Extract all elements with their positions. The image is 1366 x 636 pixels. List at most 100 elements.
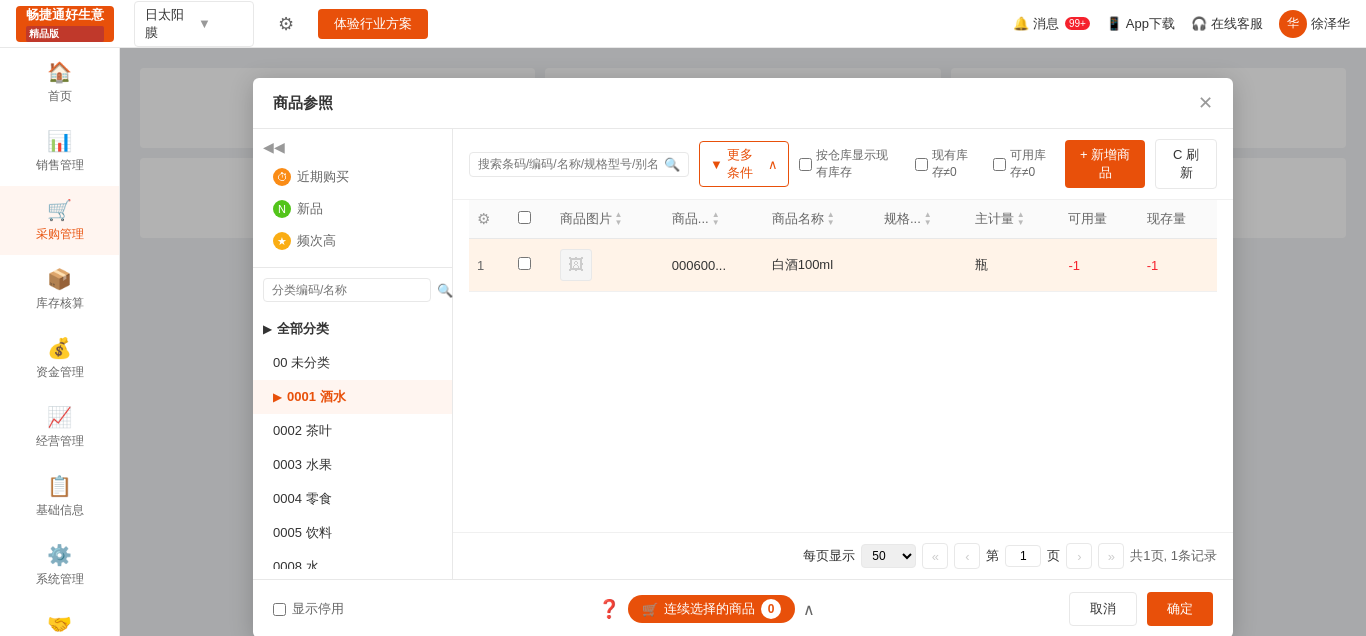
- content-area: 商品参照 ✕ ◀◀ ⏱ 近期购买: [120, 48, 1366, 636]
- page-size-select[interactable]: 50 10 20 100: [861, 544, 916, 568]
- filter-label: 更多条件: [727, 146, 764, 182]
- sidebar-item-basic[interactable]: 📋 基础信息: [0, 462, 119, 531]
- cb-show-stock-input[interactable]: [799, 158, 812, 171]
- sidebar-item-purchase[interactable]: 🛒 采购管理: [0, 186, 119, 255]
- arrow-right-active-icon: ▶: [273, 391, 281, 404]
- product-search-input[interactable]: [478, 157, 658, 171]
- dialog-footer: 显示停用 ❓ 🛒 连续选择的商品 0 ∧ 取消 确定: [253, 579, 1233, 636]
- last-page-btn[interactable]: »: [1098, 543, 1124, 569]
- sidebar-label-inventory: 库存核算: [36, 295, 84, 312]
- cell-available: -1: [1060, 239, 1138, 292]
- cat-item-uncategorized[interactable]: 00 未分类: [253, 346, 452, 380]
- cat-item-beverage[interactable]: 0005 饮料: [253, 516, 452, 550]
- cat-item-snack[interactable]: 0004 零食: [253, 482, 452, 516]
- page-number-input[interactable]: [1005, 545, 1041, 567]
- sidebar-item-system[interactable]: ⚙️ 系统管理: [0, 531, 119, 600]
- th-available: 可用量: [1060, 200, 1138, 239]
- settings-icon[interactable]: ⚙: [270, 8, 302, 40]
- cat-uncategorized-label: 00 未分类: [273, 354, 330, 372]
- online-service-label: 在线客服: [1211, 15, 1263, 33]
- sidebar-label-home: 首页: [48, 88, 72, 105]
- row-checkbox[interactable]: [518, 257, 531, 270]
- app-download-btn[interactable]: 📱 App下载: [1106, 15, 1175, 33]
- avatar: 华: [1279, 10, 1307, 38]
- home-icon: 🏠: [47, 60, 72, 84]
- cart-count: 0: [761, 599, 781, 619]
- collapse-left-btn[interactable]: ◀◀: [263, 139, 285, 155]
- clock-icon: ⏱: [273, 168, 291, 186]
- search-icon[interactable]: 🔍: [664, 157, 680, 172]
- sidebar-label-sales: 销售管理: [36, 157, 84, 174]
- confirm-button[interactable]: 确定: [1147, 592, 1213, 626]
- sidebar-label-operations: 经营管理: [36, 433, 84, 450]
- app-logo[interactable]: 畅捷通好生意 精品版: [16, 6, 114, 42]
- cell-name: 白酒100ml: [764, 239, 876, 292]
- quick-item-frequent[interactable]: ★ 频次高: [263, 225, 442, 257]
- notifications-btn[interactable]: 🔔 消息 99+: [1013, 15, 1090, 33]
- cat-all-label: 全部分类: [277, 320, 329, 338]
- cat-item-tea[interactable]: 0002 茶叶: [253, 414, 452, 448]
- sidebar-item-operations[interactable]: 📈 经营管理: [0, 393, 119, 462]
- prev-page-btn[interactable]: ‹: [954, 543, 980, 569]
- star-icon: ★: [273, 232, 291, 250]
- category-search-input[interactable]: [263, 278, 431, 302]
- topbar-right: 🔔 消息 99+ 📱 App下载 🎧 在线客服 华 徐泽华: [1013, 10, 1350, 38]
- product-table-wrap: ⚙ 商品图片▲▼ 商品...▲▼: [453, 200, 1233, 532]
- refresh-btn[interactable]: C 刷新: [1155, 139, 1217, 189]
- cat-item-water[interactable]: 0008 水: [253, 550, 452, 569]
- system-icon: ⚙️: [47, 543, 72, 567]
- category-list: ▶ 全部分类 00 未分类 ▶ 0001 酒水 0002 茶: [253, 312, 452, 569]
- sidebar-item-finance[interactable]: 💰 资金管理: [0, 324, 119, 393]
- cb-usable-stock-input[interactable]: [993, 158, 1006, 171]
- cb-has-stock-input[interactable]: [915, 158, 928, 171]
- first-page-btn[interactable]: «: [922, 543, 948, 569]
- online-service-btn[interactable]: 🎧 在线客服: [1191, 15, 1263, 33]
- sidebar-item-sales[interactable]: 📊 销售管理: [0, 117, 119, 186]
- cart-icon: 🛒: [642, 602, 658, 617]
- quick-item-recent[interactable]: ⏱ 近期购买: [263, 161, 442, 193]
- cancel-button[interactable]: 取消: [1069, 592, 1137, 626]
- cart-info-btn[interactable]: 🛒 连续选择的商品 0: [628, 595, 795, 623]
- cat-liquor-label: 0001 酒水: [287, 388, 346, 406]
- topbar: 畅捷通好生意 精品版 日太阳膜 ▼ ⚙ 体验行业方案 🔔 消息 99+ 📱 Ap…: [0, 0, 1366, 48]
- branch-selector[interactable]: 日太阳膜 ▼: [134, 1, 254, 47]
- cat-item-all[interactable]: ▶ 全部分类: [253, 312, 452, 346]
- add-product-btn[interactable]: + 新增商品: [1065, 140, 1145, 188]
- sidebar-label-purchase: 采购管理: [36, 226, 84, 243]
- category-search-icon[interactable]: 🔍: [437, 283, 453, 298]
- more-filter-btn[interactable]: ▼ 更多条件 ∧: [699, 141, 789, 187]
- quick-item-new-label: 新品: [297, 200, 323, 218]
- cell-num: 1: [469, 239, 510, 292]
- next-page-btn[interactable]: ›: [1066, 543, 1092, 569]
- show-disabled-label[interactable]: 显示停用: [273, 600, 344, 618]
- column-settings-icon[interactable]: ⚙: [477, 210, 490, 227]
- product-search-wrap: 🔍: [469, 152, 689, 177]
- show-disabled-checkbox[interactable]: [273, 603, 286, 616]
- page-suffix: 页: [1047, 547, 1060, 565]
- help-icon[interactable]: ❓: [598, 598, 620, 620]
- sidebar-item-collab[interactable]: 🤝 企业协同: [0, 600, 119, 636]
- th-settings: ⚙: [469, 200, 510, 239]
- cb-usable-stock[interactable]: 可用库存≠0: [993, 147, 1055, 181]
- cb-has-stock[interactable]: 现有库存≠0: [915, 147, 977, 181]
- bell-icon: 🔔: [1013, 16, 1029, 31]
- cb-show-stock-label: 按仓库显示现有库存: [816, 147, 899, 181]
- select-all-checkbox[interactable]: [518, 211, 531, 224]
- sidebar-item-inventory[interactable]: 📦 库存核算: [0, 255, 119, 324]
- th-spec: 规格...▲▼: [876, 200, 967, 239]
- dialog-close-button[interactable]: ✕: [1198, 92, 1213, 114]
- sidebar-item-home[interactable]: 🏠 首页: [0, 48, 119, 117]
- cat-item-liquor[interactable]: ▶ 0001 酒水: [253, 380, 452, 414]
- filter-up-icon: ∧: [768, 157, 778, 172]
- cat-water-label: 0008 水: [273, 558, 319, 569]
- purchase-icon: 🛒: [47, 198, 72, 222]
- cb-show-stock[interactable]: 按仓库显示现有库存: [799, 147, 899, 181]
- collapse-cart-icon[interactable]: ∧: [803, 600, 815, 619]
- cell-code: 000600...: [664, 239, 764, 292]
- table-row[interactable]: 1 🖼 000600... 白酒100ml 瓶: [469, 239, 1217, 292]
- experience-btn[interactable]: 体验行业方案: [318, 9, 428, 39]
- user-menu[interactable]: 华 徐泽华: [1279, 10, 1350, 38]
- cat-item-fruit[interactable]: 0003 水果: [253, 448, 452, 482]
- quick-item-new[interactable]: N 新品: [263, 193, 442, 225]
- show-disabled-text: 显示停用: [292, 600, 344, 618]
